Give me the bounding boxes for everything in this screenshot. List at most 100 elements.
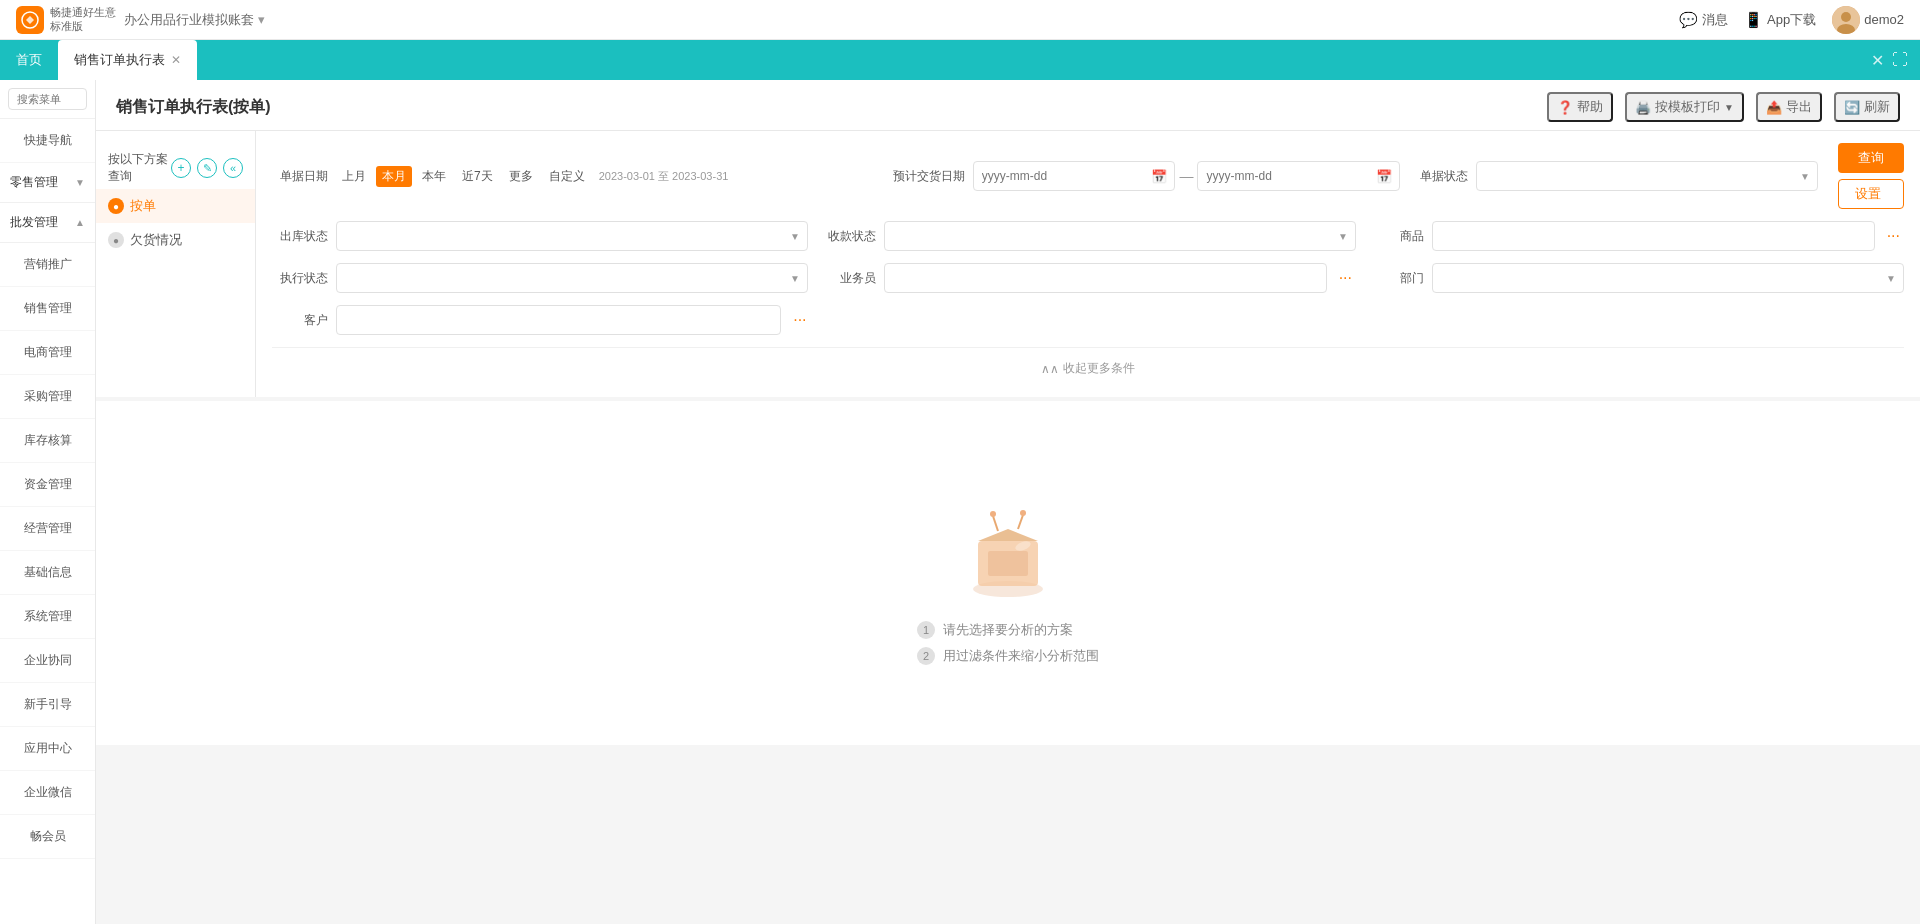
- shipment-status-select-wrapper: ▼: [336, 221, 808, 251]
- sidebar-item-retail-mgmt[interactable]: 零售管理 ▼: [0, 163, 95, 203]
- filter-expected-delivery-field: 预计交货日期 📅 — 📅: [893, 161, 1400, 191]
- message-icon: 💬: [1679, 11, 1698, 29]
- sidebar-item-sales-mgmt[interactable]: 销售管理: [0, 287, 95, 331]
- tab-close-icon[interactable]: ✕: [171, 53, 181, 67]
- goods-more-button[interactable]: ···: [1883, 227, 1904, 245]
- sidebar-item-ecommerce[interactable]: 电商管理: [0, 331, 95, 375]
- sidebar-item-sales-mgmt-label: 销售管理: [24, 300, 72, 317]
- sidebar: 快捷导航 零售管理 ▼ 批发管理 ▲ 营销推广 销售管理 电商管理 采购管理 库…: [0, 80, 96, 924]
- tab-home-label: 首页: [16, 51, 42, 69]
- date-shortcut-this-month[interactable]: 本月: [376, 166, 412, 187]
- payment-status-select-wrapper: ▼: [884, 221, 1356, 251]
- svg-line-9: [993, 516, 998, 531]
- sidebar-item-purchase-mgmt-label: 采购管理: [24, 388, 72, 405]
- sidebar-item-quick-nav[interactable]: 快捷导航: [0, 119, 95, 163]
- sidebar-item-new-user[interactable]: 新手引导: [0, 683, 95, 727]
- refresh-button[interactable]: 🔄 刷新: [1834, 92, 1900, 122]
- logo-text: 畅捷通好生意 标准版: [50, 6, 116, 32]
- tab-sales-order[interactable]: 销售订单执行表 ✕: [58, 40, 197, 80]
- date-shortcut-last-month[interactable]: 上月: [336, 166, 372, 187]
- tab-home[interactable]: 首页: [0, 40, 58, 80]
- goods-label: 商品: [1368, 228, 1424, 245]
- help-icon: ❓: [1557, 100, 1573, 115]
- sidebar-item-inventory[interactable]: 库存核算: [0, 419, 95, 463]
- filter-nav-press-order[interactable]: ● 按单: [96, 189, 255, 223]
- press-order-label: 按单: [130, 197, 156, 215]
- expected-delivery-end-input[interactable]: [1197, 161, 1400, 191]
- salesperson-more-button[interactable]: ···: [1335, 269, 1356, 287]
- sidebar-item-ecommerce-label: 电商管理: [24, 344, 72, 361]
- filter-nav-debt[interactable]: ● 欠货情况: [96, 223, 255, 257]
- sidebar-item-system-mgmt[interactable]: 系统管理: [0, 595, 95, 639]
- expected-delivery-start-input[interactable]: [973, 161, 1176, 191]
- empty-tip-1: 1 请先选择要分析的方案: [917, 621, 1099, 639]
- goods-input[interactable]: [1432, 221, 1875, 251]
- svg-line-11: [1018, 515, 1023, 529]
- filter-right-panel: 单据日期 上月 本月 本年 近7天 更多 自定义 2023-03-01 至 20…: [256, 131, 1920, 397]
- sidebar-item-system-mgmt-label: 系统管理: [24, 608, 72, 625]
- query-settings-group: 查询 设置: [1838, 143, 1904, 209]
- refresh-label: 刷新: [1864, 98, 1890, 116]
- empty-tips: 1 请先选择要分析的方案 2 用过滤条件来缩小分析范围: [917, 621, 1099, 665]
- settings-button[interactable]: 设置: [1838, 179, 1904, 209]
- message-button[interactable]: 💬 消息: [1679, 11, 1728, 29]
- sidebar-item-enterprise-wechat[interactable]: 企业微信: [0, 771, 95, 815]
- avatar: [1832, 6, 1860, 34]
- date-shortcut-this-year[interactable]: 本年: [416, 166, 452, 187]
- help-button[interactable]: ❓ 帮助: [1547, 92, 1613, 122]
- query-button[interactable]: 查询: [1838, 143, 1904, 173]
- sidebar-item-operations-label: 经营管理: [24, 520, 72, 537]
- sidebar-item-finance[interactable]: 资金管理: [0, 463, 95, 507]
- sidebar-item-wholesale-mgmt[interactable]: 批发管理 ▲: [0, 203, 95, 243]
- date-range-display: 2023-03-01 至 2023-03-31: [599, 169, 729, 184]
- sidebar-item-basic-info[interactable]: 基础信息: [0, 551, 95, 595]
- logo-icon: [16, 6, 44, 34]
- sidebar-item-retail-mgmt-label: 零售管理: [10, 174, 58, 191]
- sidebar-item-app-center[interactable]: 应用中心: [0, 727, 95, 771]
- date-shortcut-7days[interactable]: 近7天: [456, 166, 499, 187]
- template-print-button[interactable]: 🖨️ 按模板打印 ▼: [1625, 92, 1744, 122]
- sidebar-item-marketing[interactable]: 营销推广: [0, 243, 95, 287]
- export-button[interactable]: 📤 导出: [1756, 92, 1822, 122]
- payment-status-select[interactable]: [884, 221, 1356, 251]
- order-status-select[interactable]: [1476, 161, 1818, 191]
- collapse-scheme-button[interactable]: «: [223, 158, 243, 178]
- filter-left-header: 按以下方案查询 + ✎ «: [96, 143, 255, 189]
- filter-payment-status-field: 收款状态 ▼: [820, 221, 1356, 251]
- filter-left-tools: + ✎ «: [171, 158, 243, 178]
- add-scheme-button[interactable]: +: [171, 158, 191, 178]
- search-input[interactable]: [8, 88, 87, 110]
- sidebar-item-member[interactable]: 畅会员: [0, 815, 95, 859]
- breadcrumb[interactable]: 办公用品行业模拟账套 ▾: [124, 11, 265, 29]
- window-close-button[interactable]: ✕: [1871, 51, 1884, 70]
- filter-department-field: 部门 ▼: [1368, 263, 1904, 293]
- sidebar-item-purchase-mgmt[interactable]: 采购管理: [0, 375, 95, 419]
- sidebar-item-inventory-label: 库存核算: [24, 432, 72, 449]
- breadcrumb-arrow-icon: ▾: [258, 12, 265, 27]
- user-menu-button[interactable]: demo2: [1832, 6, 1904, 34]
- customer-input[interactable]: [336, 305, 781, 335]
- collapse-row: ∧∧ 收起更多条件: [272, 347, 1904, 385]
- app-download-button[interactable]: 📱 App下载: [1744, 11, 1816, 29]
- sidebar-item-basic-info-label: 基础信息: [24, 564, 72, 581]
- sidebar-search-area: [0, 80, 95, 119]
- sidebar-item-operations[interactable]: 经营管理: [0, 507, 95, 551]
- sidebar-item-marketing-label: 营销推广: [24, 256, 72, 273]
- window-expand-button[interactable]: ⛶: [1892, 51, 1908, 70]
- date-shortcut-custom[interactable]: 自定义: [543, 166, 591, 187]
- wholesale-mgmt-arrow-icon: ▲: [75, 217, 85, 228]
- edit-scheme-button[interactable]: ✎: [197, 158, 217, 178]
- date-shortcut-more[interactable]: 更多: [503, 166, 539, 187]
- shipment-status-select[interactable]: [336, 221, 808, 251]
- page-header: 销售订单执行表(按单) ❓ 帮助 🖨️ 按模板打印 ▼ 📤 导出: [96, 80, 1920, 131]
- customer-more-button[interactable]: ···: [789, 311, 810, 329]
- execution-status-select[interactable]: [336, 263, 808, 293]
- template-print-arrow-icon: ▼: [1724, 102, 1734, 113]
- department-select[interactable]: [1432, 263, 1904, 293]
- date-shortcuts: 上月 本月 本年 近7天 更多 自定义: [336, 166, 591, 187]
- collapse-button[interactable]: ∧∧ 收起更多条件: [1029, 356, 1147, 381]
- sidebar-item-enterprise[interactable]: 企业协同: [0, 639, 95, 683]
- refresh-icon: 🔄: [1844, 100, 1860, 115]
- top-bar: 畅捷通好生意 标准版 办公用品行业模拟账套 ▾ 💬 消息 📱 App下载: [0, 0, 1920, 40]
- salesperson-input[interactable]: [884, 263, 1327, 293]
